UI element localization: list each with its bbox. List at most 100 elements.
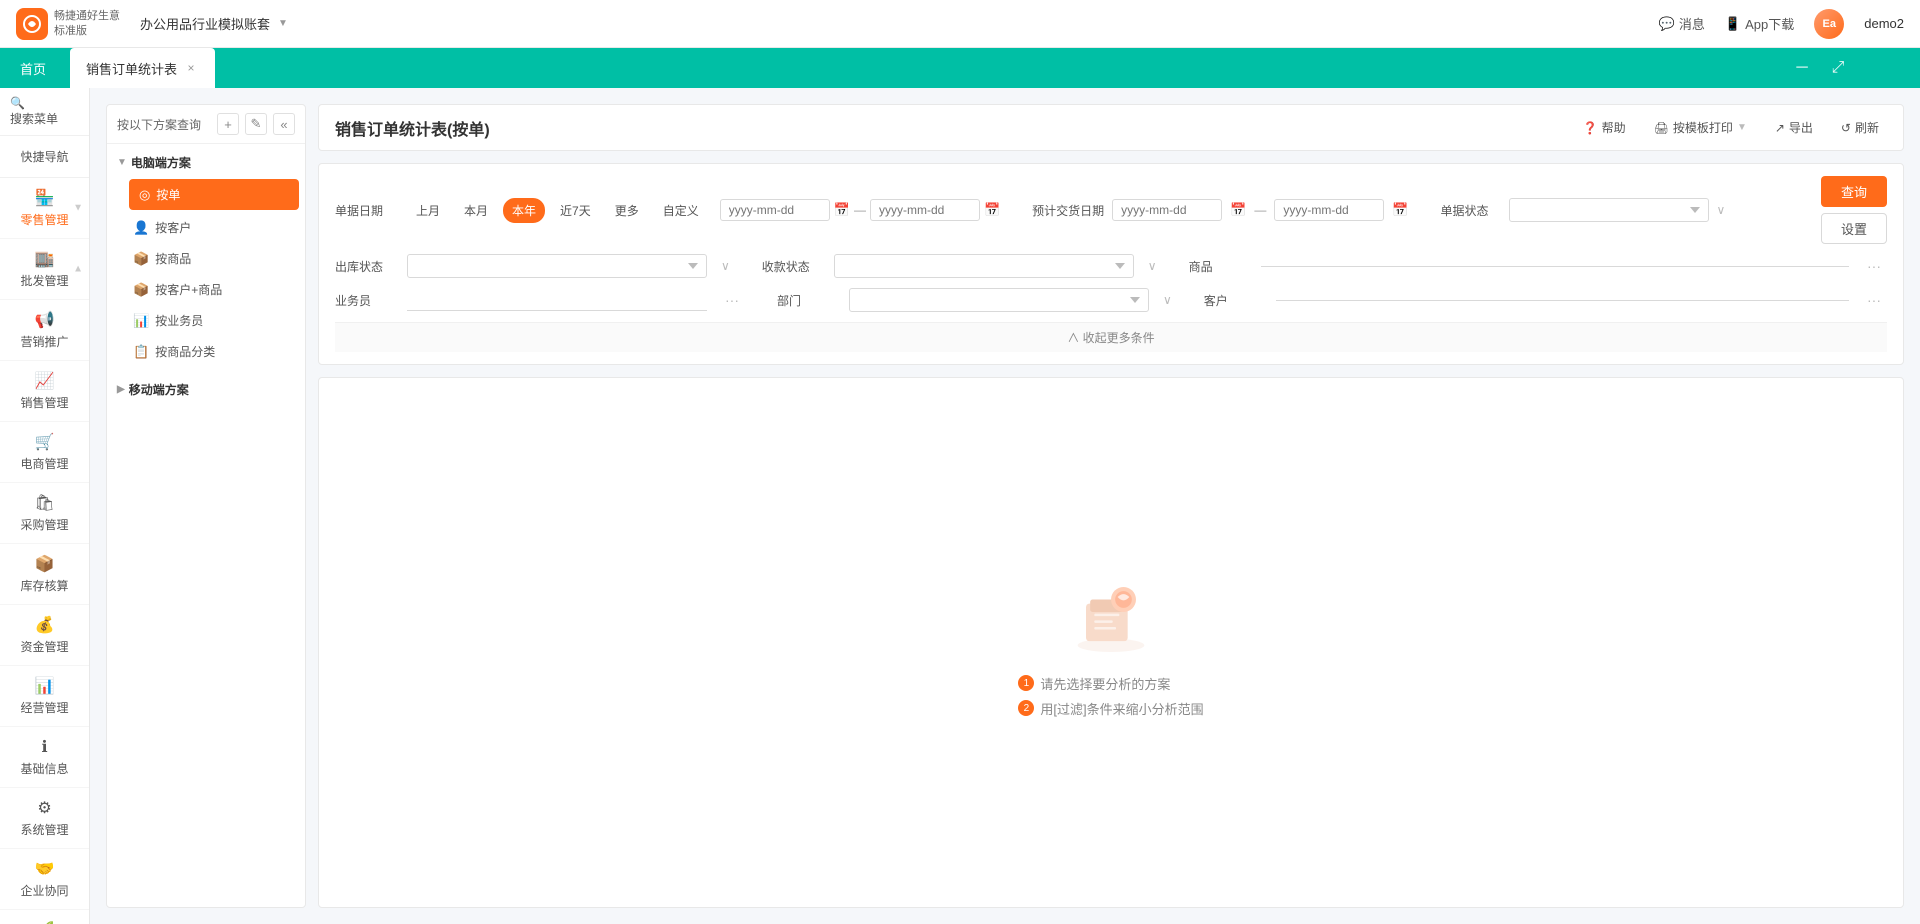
sidebar-item-purchase[interactable]: 🛍 采购管理 bbox=[0, 483, 89, 544]
sidebar-item-wholesale[interactable]: 🏬 批发管理 ▲ bbox=[0, 239, 89, 300]
message-button[interactable]: 💬 消息 bbox=[1659, 14, 1705, 33]
tab-sales-report[interactable]: 销售订单统计表 × bbox=[70, 48, 215, 88]
enterprise-icon: 🤝 bbox=[35, 859, 55, 879]
filter-area: 单据日期 上月 本月 本年 近7天 更多 自定义 📅 — bbox=[318, 163, 1904, 365]
desktop-scheme-toggle[interactable]: ▼ 电脑端方案 bbox=[107, 148, 305, 177]
scheme-by-product[interactable]: 📦 按商品 bbox=[123, 243, 305, 274]
cal-from-icon[interactable]: 📅 bbox=[834, 202, 850, 218]
date-filter-label: 单据日期 bbox=[335, 202, 395, 219]
customer-label: 客户 bbox=[1204, 292, 1264, 309]
scheme-by-category[interactable]: 📋 按商品分类 bbox=[123, 336, 305, 367]
product-label: 商品 bbox=[1189, 258, 1249, 275]
doc-status-select[interactable] bbox=[1509, 198, 1709, 222]
edit-scheme-button[interactable]: ✎ bbox=[245, 113, 267, 135]
mobile-scheme-toggle[interactable]: ▶ 移动端方案 bbox=[107, 375, 305, 404]
sidebar-item-ecommerce[interactable]: 🛒 电商管理 bbox=[0, 422, 89, 483]
cal-to-icon[interactable]: 📅 bbox=[984, 202, 1000, 218]
payment-status-expand-icon: ∨ bbox=[1148, 259, 1157, 273]
tab-close-icon[interactable]: × bbox=[183, 60, 199, 76]
sidebar-item-operations[interactable]: 📊 经营管理 bbox=[0, 666, 89, 727]
delivery-status-label: 出库状态 bbox=[335, 258, 395, 275]
avatar[interactable]: Ea bbox=[1814, 9, 1844, 39]
template-print-button[interactable]: 🖨 按模板打印 ▼ bbox=[1646, 115, 1755, 140]
tab-minimize-icon[interactable]: ─ bbox=[1788, 54, 1816, 82]
export-button[interactable]: ↗ 导出 bbox=[1767, 115, 1821, 140]
retail-icon: 🏪 bbox=[35, 188, 55, 208]
header-actions: ❓ 帮助 🖨 按模板打印 ▼ ↗ 导出 ↺ bbox=[1575, 115, 1887, 140]
sidebar-quick-nav[interactable]: 快捷导航 bbox=[0, 136, 89, 178]
department-select[interactable] bbox=[849, 288, 1149, 312]
date-range-group: 📅 — 📅 bbox=[720, 199, 1000, 221]
payment-status-select[interactable] bbox=[834, 254, 1134, 278]
sidebar-item-enterprise[interactable]: 🤝 企业协同 bbox=[0, 849, 89, 910]
mobile-scheme-section: ▶ 移动端方案 bbox=[107, 371, 305, 408]
collapse-panel-button[interactable]: « bbox=[273, 113, 295, 135]
expected-cal-to-icon[interactable]: 📅 bbox=[1392, 202, 1408, 218]
expected-date-to-input[interactable] bbox=[1274, 199, 1384, 221]
sidebar-item-system[interactable]: ⚙ 系统管理 bbox=[0, 788, 89, 849]
app-download-icon: 📱 bbox=[1725, 16, 1741, 32]
tab-maximize-icon[interactable]: ⤢ bbox=[1824, 54, 1852, 82]
page-title-top: 办公用品行业模拟账套 bbox=[140, 14, 270, 33]
date-buttons-group: 上月 本月 本年 近7天 更多 自定义 bbox=[407, 198, 708, 223]
page-title-dropdown-icon[interactable]: ▼ bbox=[278, 18, 288, 29]
date-btn-last-month[interactable]: 上月 bbox=[407, 198, 449, 223]
logo: 畅捷通好生意 标准版 bbox=[16, 8, 120, 40]
product-input-area[interactable] bbox=[1261, 266, 1849, 267]
sidebar-item-sales[interactable]: 📈 销售管理 bbox=[0, 361, 89, 422]
product-more-button[interactable]: ··· bbox=[1861, 256, 1887, 276]
search-icon: 🔍 bbox=[10, 96, 79, 110]
scheme-by-order[interactable]: ◎ 按单 bbox=[129, 179, 299, 210]
scheme-by-customer[interactable]: 👤 按客户 bbox=[123, 212, 305, 243]
search-button[interactable]: 查询 bbox=[1821, 176, 1887, 207]
page-header: 销售订单统计表(按单) ❓ 帮助 🖨 按模板打印 ▼ ↗ bbox=[318, 104, 1904, 151]
wholesale-icon: 🏬 bbox=[35, 249, 55, 269]
delivery-status-select[interactable] bbox=[407, 254, 707, 278]
page-title: 销售订单统计表(按单) bbox=[335, 116, 490, 140]
collapse-conditions-button[interactable]: ∧ 收起更多条件 bbox=[335, 322, 1887, 352]
sidebar: 🔍 搜索菜单 快捷导航 🏪 零售管理 ▼ 🏬 批发管理 ▲ 📢 营销推广 📈 销… bbox=[0, 88, 90, 924]
by-staff-icon: 📊 bbox=[133, 313, 149, 329]
sidebar-item-newbie[interactable]: 🌱 新手引导 bbox=[0, 910, 89, 924]
department-label: 部门 bbox=[777, 292, 837, 309]
sidebar-item-marketing[interactable]: 📢 营销推广 bbox=[0, 300, 89, 361]
topbar-center: 办公用品行业模拟账套 ▼ bbox=[120, 14, 1659, 33]
date-from-input[interactable] bbox=[720, 199, 830, 221]
sidebar-search[interactable]: 🔍 搜索菜单 bbox=[0, 88, 89, 136]
delivery-status-expand-icon: ∨ bbox=[721, 259, 730, 273]
refresh-button[interactable]: ↺ 刷新 bbox=[1833, 115, 1887, 140]
expected-cal-from-icon[interactable]: 📅 bbox=[1230, 202, 1246, 218]
scheme-by-cust-prod[interactable]: 📦 按客户+商品 bbox=[123, 274, 305, 305]
sidebar-item-finance[interactable]: 💰 资金管理 bbox=[0, 605, 89, 666]
logo-text: 畅捷通好生意 标准版 bbox=[54, 9, 120, 38]
right-panel: 销售订单统计表(按单) ❓ 帮助 🖨 按模板打印 ▼ ↗ bbox=[318, 104, 1904, 908]
date-separator: — bbox=[854, 203, 866, 217]
tab-home[interactable]: 首页 bbox=[0, 48, 66, 88]
date-btn-7days[interactable]: 近7天 bbox=[551, 198, 600, 223]
help-button[interactable]: ❓ 帮助 bbox=[1575, 115, 1634, 140]
by-customer-icon: 👤 bbox=[133, 220, 149, 236]
left-panel-title: 按以下方案查询 bbox=[117, 116, 211, 133]
purchase-icon: 🛍 bbox=[34, 493, 54, 513]
date-btn-this-year[interactable]: 本年 bbox=[503, 198, 545, 223]
ecommerce-icon: 🛒 bbox=[35, 432, 55, 452]
sidebar-item-basic[interactable]: ℹ 基础信息 bbox=[0, 727, 89, 788]
settings-button[interactable]: 设置 bbox=[1821, 213, 1887, 244]
add-scheme-button[interactable]: + bbox=[217, 113, 239, 135]
sidebar-item-retail[interactable]: 🏪 零售管理 ▼ bbox=[0, 178, 89, 239]
app-download-button[interactable]: 📱 App下载 bbox=[1725, 14, 1794, 33]
expected-date-from-input[interactable] bbox=[1112, 199, 1222, 221]
staff-more-button[interactable]: ··· bbox=[719, 290, 745, 310]
staff-input-area[interactable] bbox=[407, 289, 707, 311]
date-to-input[interactable] bbox=[870, 199, 980, 221]
customer-more-button[interactable]: ··· bbox=[1861, 290, 1887, 310]
scheme-by-staff[interactable]: 📊 按业务员 bbox=[123, 305, 305, 336]
user-name[interactable]: demo2 bbox=[1864, 16, 1904, 31]
date-btn-custom[interactable]: 自定义 bbox=[654, 198, 708, 223]
date-btn-this-month[interactable]: 本月 bbox=[455, 198, 497, 223]
sidebar-item-inventory[interactable]: 📦 库存核算 bbox=[0, 544, 89, 605]
marketing-icon: 📢 bbox=[35, 310, 55, 330]
customer-input-area[interactable] bbox=[1276, 300, 1849, 301]
date-btn-more[interactable]: 更多 bbox=[606, 198, 648, 223]
help-icon: ❓ bbox=[1583, 121, 1598, 135]
